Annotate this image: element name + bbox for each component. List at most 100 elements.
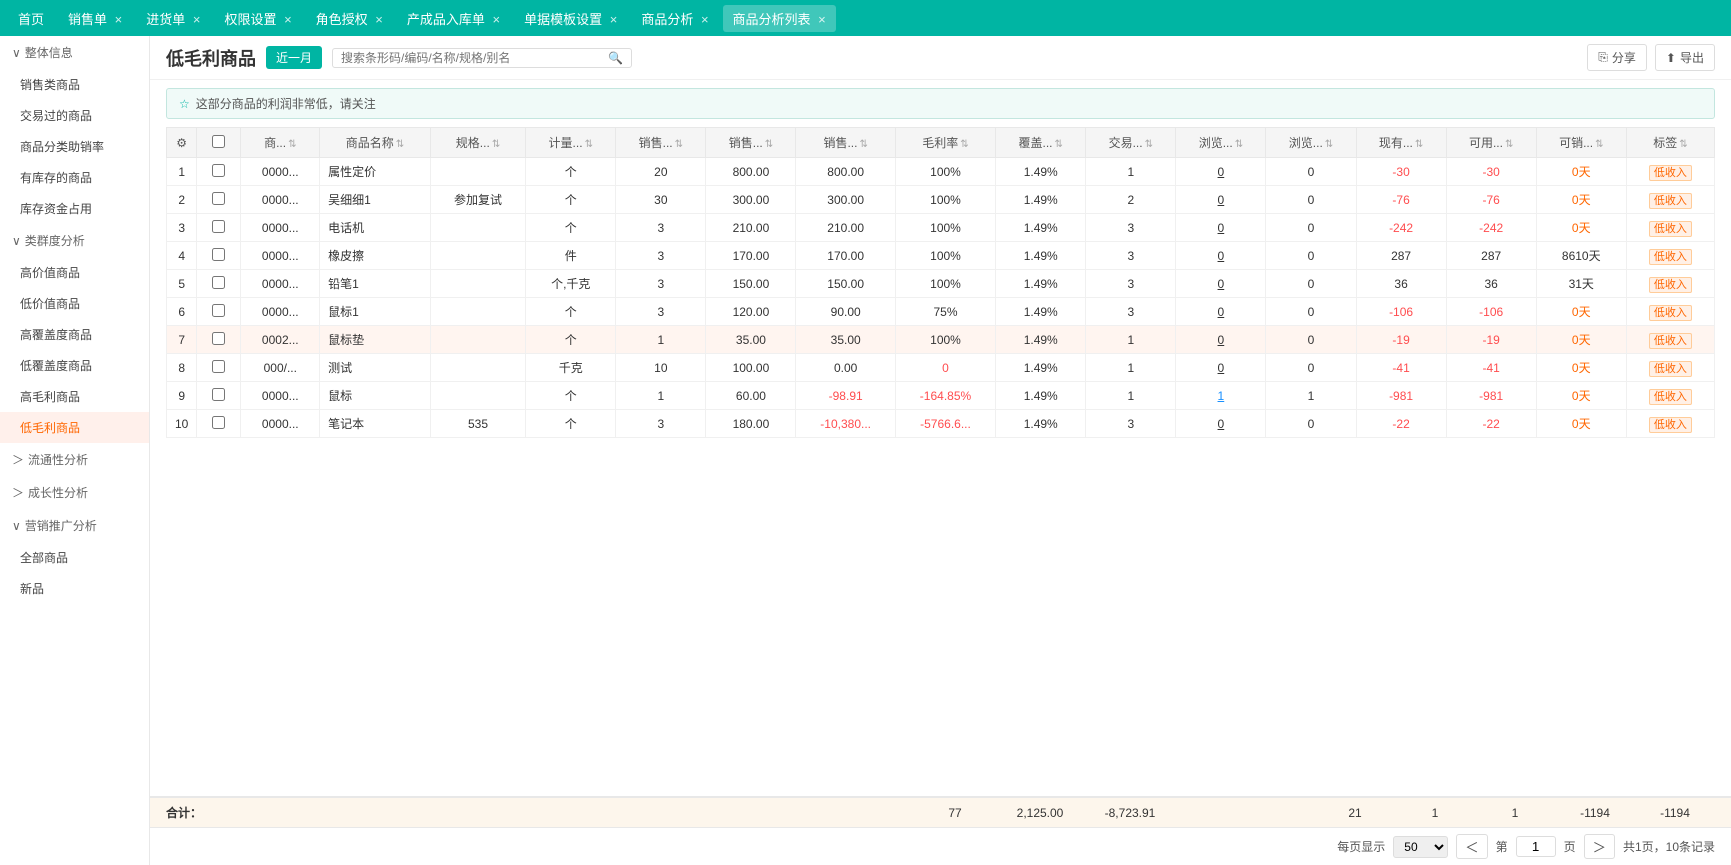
col-checkbox[interactable]: [197, 128, 241, 158]
sidebar-item-new-goods[interactable]: 新品: [0, 573, 149, 604]
close-icon[interactable]: ×: [193, 12, 201, 27]
sidebar-item-in-stock[interactable]: 有库存的商品: [0, 162, 149, 193]
next-page-button[interactable]: ＞: [1584, 834, 1615, 859]
col-saleable-days[interactable]: 可销...⇅: [1536, 128, 1626, 158]
col-current-stock[interactable]: 现有...⇅: [1356, 128, 1446, 158]
cell-browse1[interactable]: 0: [1176, 214, 1266, 242]
row-checkbox[interactable]: [212, 360, 225, 373]
cell-checkbox[interactable]: [197, 326, 241, 354]
cell-browse1[interactable]: 0: [1176, 158, 1266, 186]
sidebar-item-category-rate[interactable]: 商品分类助销率: [0, 131, 149, 162]
sidebar-item-capital[interactable]: 库存资金占用: [0, 193, 149, 224]
nav-goods-analysis-list[interactable]: 商品分析列表 ×: [723, 5, 836, 32]
share-button[interactable]: ⎘ 分享: [1587, 44, 1647, 71]
col-gross-margin[interactable]: 毛利率⇅: [895, 128, 995, 158]
col-browse1[interactable]: 浏览...⇅: [1176, 128, 1266, 158]
col-unit[interactable]: 计量...⇅: [526, 128, 616, 158]
cell-code: 0000...: [241, 242, 320, 270]
cell-checkbox[interactable]: [197, 354, 241, 382]
cell-current-stock: -76: [1356, 186, 1446, 214]
row-checkbox[interactable]: [212, 192, 225, 205]
sidebar-item-low-margin[interactable]: 低毛利商品: [0, 412, 149, 443]
cell-browse1[interactable]: 0: [1176, 326, 1266, 354]
sidebar-item-low-coverage[interactable]: 低覆盖度商品: [0, 350, 149, 381]
sidebar-section-circulation[interactable]: ＞ 流通性分析: [0, 443, 149, 476]
cell-checkbox[interactable]: [197, 410, 241, 438]
close-icon[interactable]: ×: [701, 12, 709, 27]
col-available-stock[interactable]: 可用...⇅: [1446, 128, 1536, 158]
cell-sale-amount: 210.00: [796, 214, 895, 242]
page-title: 低毛利商品: [166, 45, 256, 71]
cell-sale-qty: 3: [616, 242, 706, 270]
nav-template-settings[interactable]: 单据模板设置 ×: [514, 5, 627, 32]
col-sale-qty[interactable]: 销售...⇅: [616, 128, 706, 158]
col-spec[interactable]: 规格...⇅: [430, 128, 525, 158]
row-checkbox[interactable]: [212, 304, 225, 317]
sidebar-item-high-margin[interactable]: 高毛利商品: [0, 381, 149, 412]
nav-role-auth[interactable]: 角色授权 ×: [306, 5, 393, 32]
col-tag[interactable]: 标签⇅: [1626, 128, 1714, 158]
row-checkbox[interactable]: [212, 276, 225, 289]
sidebar-item-low-value[interactable]: 低价值商品: [0, 288, 149, 319]
nav-sales-order[interactable]: 销售单 ×: [58, 5, 132, 32]
col-code[interactable]: 商...⇅: [241, 128, 320, 158]
cell-browse1[interactable]: 0: [1176, 186, 1266, 214]
nav-product-instock[interactable]: 产成品入库单 ×: [397, 5, 510, 32]
cell-checkbox[interactable]: [197, 270, 241, 298]
col-browse2[interactable]: 浏览...⇅: [1266, 128, 1356, 158]
cell-checkbox[interactable]: [197, 298, 241, 326]
col-coverage[interactable]: 覆盖...⇅: [996, 128, 1086, 158]
row-checkbox[interactable]: [212, 388, 225, 401]
row-checkbox[interactable]: [212, 220, 225, 233]
sidebar-section-growth[interactable]: ＞ 成长性分析: [0, 476, 149, 509]
nav-goods-analysis[interactable]: 商品分析 ×: [631, 5, 718, 32]
nav-purchase-order[interactable]: 进货单 ×: [136, 5, 210, 32]
search-input[interactable]: [341, 51, 604, 65]
page-number-input[interactable]: [1516, 836, 1556, 857]
cell-browse1[interactable]: 0: [1176, 270, 1266, 298]
sidebar-item-all-goods[interactable]: 全部商品: [0, 542, 149, 573]
cell-browse1[interactable]: 0: [1176, 298, 1266, 326]
select-all-checkbox[interactable]: [212, 135, 225, 148]
nav-home[interactable]: 首页: [8, 5, 54, 32]
cell-checkbox[interactable]: [197, 214, 241, 242]
row-checkbox[interactable]: [212, 164, 225, 177]
cell-browse2: 0: [1266, 326, 1356, 354]
nav-permission-settings[interactable]: 权限设置 ×: [214, 5, 301, 32]
page-size-select[interactable]: 50 100: [1393, 836, 1448, 858]
cell-name: 鼠标1: [320, 298, 431, 326]
filter-recent-month-button[interactable]: 近一月: [266, 46, 322, 69]
close-icon[interactable]: ×: [493, 12, 501, 27]
search-icon[interactable]: 🔍: [608, 51, 623, 65]
cell-checkbox[interactable]: [197, 158, 241, 186]
sidebar-item-high-value[interactable]: 高价值商品: [0, 257, 149, 288]
close-icon[interactable]: ×: [115, 12, 123, 27]
sidebar-section-cluster[interactable]: ∨ 类群度分析: [0, 224, 149, 257]
cell-browse1[interactable]: 0: [1176, 410, 1266, 438]
cell-checkbox[interactable]: [197, 186, 241, 214]
cell-browse1[interactable]: 0: [1176, 242, 1266, 270]
col-sale-amount[interactable]: 销售...⇅: [796, 128, 895, 158]
sidebar-item-traded-goods[interactable]: 交易过的商品: [0, 100, 149, 131]
row-checkbox[interactable]: [212, 416, 225, 429]
col-sale-price[interactable]: 销售...⇅: [706, 128, 796, 158]
cell-browse1[interactable]: 0: [1176, 354, 1266, 382]
cell-browse1[interactable]: 1: [1176, 382, 1266, 410]
close-icon[interactable]: ×: [375, 12, 383, 27]
cell-checkbox[interactable]: [197, 242, 241, 270]
prev-page-button[interactable]: ＜: [1456, 834, 1487, 859]
col-settings[interactable]: ⚙: [167, 128, 197, 158]
close-icon[interactable]: ×: [284, 12, 292, 27]
row-checkbox[interactable]: [212, 332, 225, 345]
close-icon[interactable]: ×: [610, 12, 618, 27]
row-checkbox[interactable]: [212, 248, 225, 261]
sidebar-section-overall[interactable]: ∨ 整体信息: [0, 36, 149, 69]
export-button[interactable]: ⬆ 导出: [1655, 44, 1715, 71]
cell-checkbox[interactable]: [197, 382, 241, 410]
col-name[interactable]: 商品名称⇅: [320, 128, 431, 158]
sidebar-item-sales-goods[interactable]: 销售类商品: [0, 69, 149, 100]
sidebar-item-high-coverage[interactable]: 高覆盖度商品: [0, 319, 149, 350]
close-icon[interactable]: ×: [818, 12, 826, 27]
sidebar-section-marketing[interactable]: ∨ 营销推广分析: [0, 509, 149, 542]
col-trade-count[interactable]: 交易...⇅: [1086, 128, 1176, 158]
